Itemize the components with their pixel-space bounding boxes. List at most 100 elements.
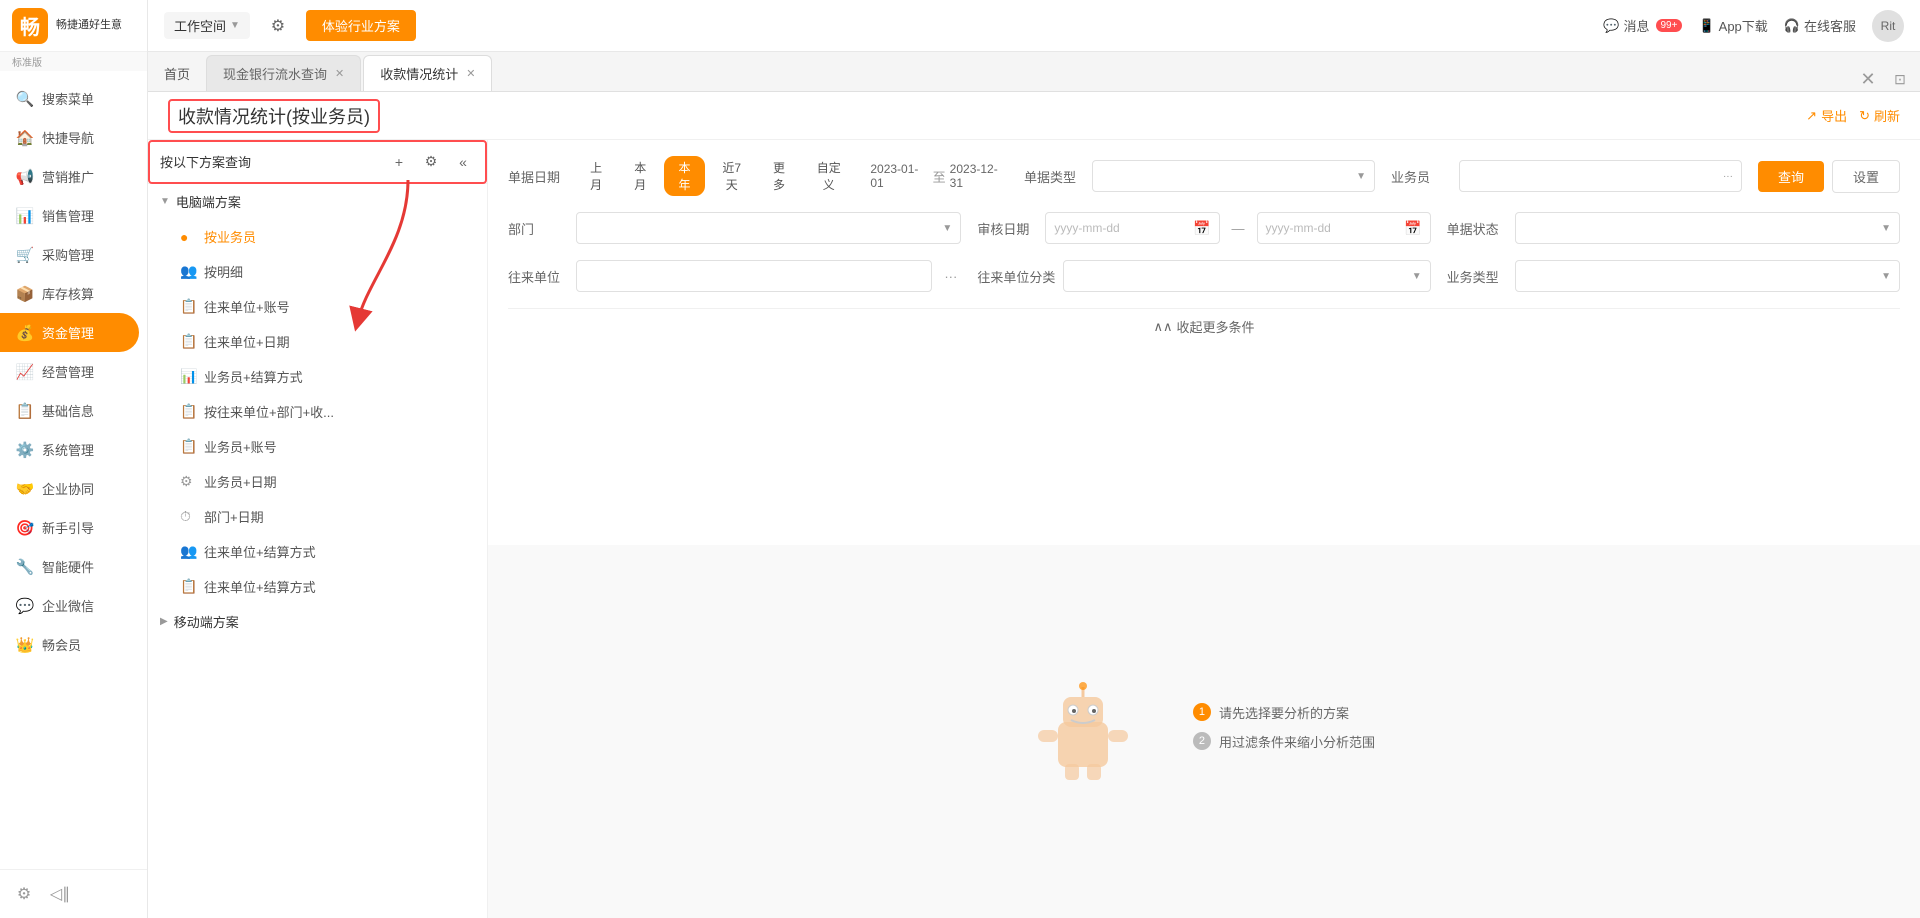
right-panel: 单据日期 上月 本月 本年 近7天 更多 自定义 2023-01-01 至: [488, 140, 1920, 918]
docstatus-select[interactable]: ▼: [1515, 212, 1900, 244]
docstatus-arrow-icon: ▼: [1881, 223, 1891, 234]
tab-receipt-stats[interactable]: 收款情况统计 ✕: [363, 55, 492, 91]
app-download-button[interactable]: 📱 App下载: [1698, 16, 1767, 35]
date-btn-last-month[interactable]: 上月: [576, 156, 616, 196]
tab-home[interactable]: 首页: [148, 55, 206, 91]
workspace-selector[interactable]: 工作空间 ▼: [164, 12, 250, 39]
date-btn-this-year[interactable]: 本年: [664, 156, 704, 196]
partner-settlement2-icon: 📋: [180, 578, 196, 595]
main-content: 收款情况统计(按业务员) ↗ 导出 ↻ 刷新 按以下方案查询 + ⚙ «: [148, 92, 1920, 918]
doctype-label: 单据类型: [1024, 167, 1084, 186]
partner-input[interactable]: [576, 260, 932, 292]
biztype-select[interactable]: ▼: [1515, 260, 1900, 292]
message-button[interactable]: 💬 消息 99+: [1603, 16, 1682, 35]
window-maximize-icon[interactable]: ⊡: [1888, 67, 1912, 91]
scheme-panel-header: 按以下方案查询 + ⚙ «: [148, 140, 487, 184]
audit-to-placeholder: yyyy-mm-dd: [1266, 221, 1331, 235]
tab-receipt-close-icon[interactable]: ✕: [466, 67, 475, 80]
partner-label: 往来单位: [508, 267, 568, 286]
sidebar-item-guide[interactable]: 🎯 新手引导: [0, 508, 147, 547]
window-close-icon[interactable]: ✕: [1856, 67, 1880, 91]
date-label: 单据日期: [508, 167, 568, 186]
collapse-label: 收起更多条件: [1177, 317, 1255, 336]
scheme-item-partner-dept-receipt[interactable]: 📋 按往来单位+部门+收...: [148, 394, 487, 429]
user-avatar[interactable]: Rit: [1872, 10, 1904, 42]
scheme-collapse-button[interactable]: «: [451, 150, 475, 174]
audit-date-from-input[interactable]: yyyy-mm-dd 📅: [1045, 212, 1219, 244]
sidebar-item-member[interactable]: 👑 畅会员: [0, 625, 147, 664]
date-from: 2023-01-01: [870, 162, 928, 190]
doctype-select[interactable]: ▼: [1092, 160, 1375, 192]
scheme-item-salesman-settlement[interactable]: 📊 业务员+结算方式: [148, 359, 487, 394]
sidebar-item-system[interactable]: ⚙️ 系统管理: [0, 430, 147, 469]
header-gear-icon[interactable]: ⚙: [262, 10, 294, 42]
sidebar-item-hardware[interactable]: 🔧 智能硬件: [0, 547, 147, 586]
scheme-add-button[interactable]: +: [387, 150, 411, 174]
purchase-icon: 🛒: [16, 246, 34, 264]
filter-row-1: 单据日期 上月 本月 本年 近7天 更多 自定义 2023-01-01 至: [508, 156, 1900, 196]
partner-dept-icon: 📋: [180, 403, 196, 420]
scheme-item-partner-date[interactable]: 📋 往来单位+日期: [148, 324, 487, 359]
date-btn-more[interactable]: 更多: [759, 156, 799, 196]
dept-label: 部门: [508, 219, 568, 238]
guide-icon: 🎯: [16, 519, 34, 537]
scheme-item-by-detail[interactable]: 👥 按明细: [148, 254, 487, 289]
scheme-item-partner-account[interactable]: 📋 往来单位+账号: [148, 289, 487, 324]
sidebar-item-search[interactable]: 🔍 搜索菜单: [0, 79, 147, 118]
date-btn-this-month[interactable]: 本月: [620, 156, 660, 196]
scheme-group-pc-header[interactable]: ▼ 电脑端方案: [148, 184, 487, 219]
sidebar-item-inventory[interactable]: 📦 库存核算: [0, 274, 147, 313]
scheme-item-salesman-date[interactable]: ⚙ 业务员+日期: [148, 464, 487, 499]
partner-type-select[interactable]: ▼: [1063, 260, 1430, 292]
filter-row-2: 部门 ▼ 审核日期 yyyy-mm-dd 📅 —: [508, 212, 1900, 244]
salesman-select[interactable]: ···: [1459, 160, 1742, 192]
collapse-sidebar-icon[interactable]: ◁∥: [46, 880, 74, 908]
message-badge: 99+: [1656, 19, 1683, 32]
query-button[interactable]: 查询: [1758, 161, 1824, 192]
sidebar-item-marketing[interactable]: 📢 营销推广: [0, 157, 147, 196]
sidebar-item-enterprise[interactable]: 🤝 企业协同: [0, 469, 147, 508]
message-label: 消息: [1623, 16, 1649, 35]
sidebar-item-label: 库存核算: [42, 284, 94, 303]
refresh-icon: ↻: [1859, 108, 1870, 124]
app-logo-icon: 畅: [12, 8, 48, 44]
sidebar-item-basic[interactable]: 📋 基础信息: [0, 391, 147, 430]
audit-date-to-input[interactable]: yyyy-mm-dd 📅: [1257, 212, 1431, 244]
salesman-date-icon: ⚙: [180, 473, 196, 490]
scheme-group-mobile-header[interactable]: ▶ 移动端方案: [148, 604, 487, 639]
sidebar-item-wechat[interactable]: 💬 企业微信: [0, 586, 147, 625]
sidebar-item-sales[interactable]: 📊 销售管理: [0, 196, 147, 235]
tab-bank-flow[interactable]: 现金银行流水查询 ✕: [206, 55, 361, 91]
scheme-item-label: 往来单位+结算方式: [204, 542, 316, 561]
scheme-item-by-salesman[interactable]: ● 按业务员: [148, 219, 487, 254]
sidebar-item-finance[interactable]: 💰 资金管理: [0, 313, 139, 352]
scheme-setting-button[interactable]: ⚙: [419, 150, 443, 174]
tab-bank-label: 现金银行流水查询: [223, 64, 327, 83]
scheme-item-partner-settlement2[interactable]: 📋 往来单位+结算方式: [148, 569, 487, 604]
sidebar-item-operation[interactable]: 📈 经营管理: [0, 352, 147, 391]
partner-dots-icon[interactable]: ···: [940, 269, 961, 284]
sidebar-logo: 畅 畅捷通好生意: [0, 0, 147, 52]
scheme-group-mobile: ▶ 移动端方案: [148, 604, 487, 639]
sidebar-item-label: 经营管理: [42, 362, 94, 381]
sidebar-item-quicknav[interactable]: 🏠 快捷导航: [0, 118, 147, 157]
scheme-item-salesman-account[interactable]: 📋 业务员+账号: [148, 429, 487, 464]
audit-from-placeholder: yyyy-mm-dd: [1054, 221, 1119, 235]
member-icon: 👑: [16, 636, 34, 654]
setting-button[interactable]: 设置: [1832, 160, 1900, 193]
online-service-button[interactable]: 🎧 在线客服: [1784, 16, 1856, 35]
export-button[interactable]: ↗ 导出: [1806, 106, 1847, 125]
collapse-bar[interactable]: ∧∧ 收起更多条件: [508, 308, 1900, 344]
sidebar-item-label: 采购管理: [42, 245, 94, 264]
refresh-button[interactable]: ↻ 刷新: [1859, 106, 1900, 125]
sidebar-item-purchase[interactable]: 🛒 采购管理: [0, 235, 147, 274]
trial-button[interactable]: 体验行业方案: [306, 10, 416, 41]
tab-bank-close-icon[interactable]: ✕: [335, 67, 344, 80]
scheme-item-partner-settlement1[interactable]: 👥 往来单位+结算方式: [148, 534, 487, 569]
scheme-item-dept-date[interactable]: ⏱ 部门+日期: [148, 499, 487, 534]
date-btn-custom[interactable]: 自定义: [803, 156, 854, 196]
settings-bottom-icon[interactable]: ⚙: [10, 880, 38, 908]
dept-select[interactable]: ▼: [576, 212, 961, 244]
scheme-item-label: 往来单位+账号: [204, 297, 290, 316]
date-btn-last7days[interactable]: 近7天: [709, 156, 755, 196]
